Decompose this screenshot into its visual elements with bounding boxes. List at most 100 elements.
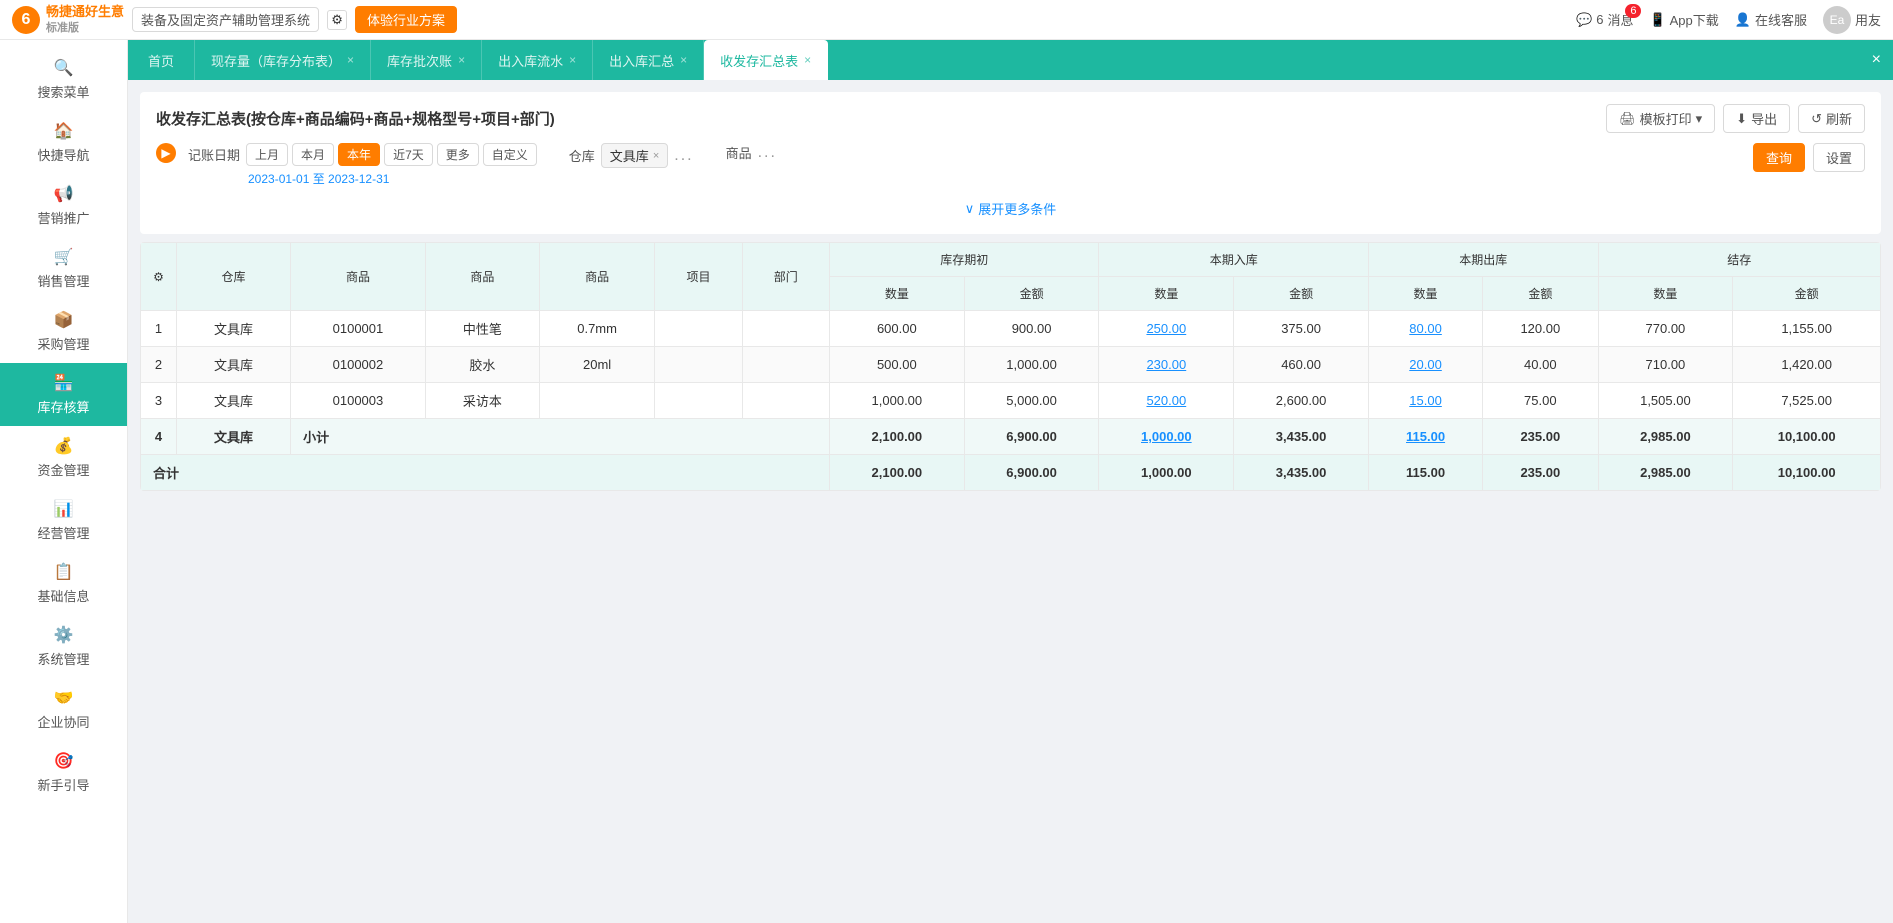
total-bal-qty: 2,985.00	[1598, 455, 1733, 491]
main-body: 🔍 搜索菜单 🏠 快捷导航 📢 营销推广 🛒 销售管理 📦 采购管理 🏪	[0, 40, 1893, 923]
total-row: 合计 2,100.00 6,900.00 1,000.00 3,435.00 1…	[141, 455, 1881, 491]
date-btns: 上月 本月 本年 近7天 更多 自定义	[246, 143, 537, 166]
notification-item[interactable]: 💬 6 6 消息	[1576, 10, 1633, 29]
date-btn-7days[interactable]: 近7天	[384, 143, 433, 166]
main-table: ⚙ 仓库 商品 商品 商品 项目 部门 库存期初 本期入库 本期出库	[140, 242, 1881, 491]
print-btn[interactable]: 🖨 模板打印 ▾	[1606, 104, 1715, 133]
refresh-btn[interactable]: ↺ 刷新	[1798, 104, 1865, 133]
date-range: 2023-01-01 至 2023-12-31	[188, 170, 537, 187]
date-btn-this-month[interactable]: 本月	[292, 143, 334, 166]
cell-name: 胶水	[425, 347, 539, 383]
cell-out-qty[interactable]: 20.00	[1368, 347, 1482, 383]
export-btn[interactable]: ⬇ 导出	[1723, 104, 1790, 133]
cell-no: 2	[141, 347, 177, 383]
tab-stock-dist[interactable]: 现存量（库存分布表） ×	[195, 40, 371, 80]
th-balance: 结存	[1598, 243, 1880, 277]
online-service-item[interactable]: 👤 在线客服	[1735, 10, 1807, 29]
warehouse-more-btn[interactable]: ...	[674, 147, 693, 165]
cell-in-amt: 460.00	[1234, 347, 1369, 383]
tab-inout-summary[interactable]: 出入库汇总 ×	[593, 40, 704, 80]
sidebar-label-quicknav: 快捷导航	[37, 145, 89, 164]
tab-stock-dist-close[interactable]: ×	[347, 53, 354, 67]
sidebar-item-inventory[interactable]: 🏪 库存核算	[0, 363, 127, 426]
sidebar-item-operations[interactable]: 📊 经营管理	[0, 489, 127, 552]
logo-text: 畅捷通好生意 标准版	[46, 4, 124, 35]
cell-no: 1	[141, 311, 177, 347]
app-download-item[interactable]: 📱 App下载	[1649, 10, 1718, 29]
page-content: 收发存汇总表(按仓库+商品编码+商品+规格型号+项目+部门) 🖨 模板打印 ▾ …	[128, 80, 1893, 923]
th-open-qty: 数量	[829, 277, 964, 311]
sidebar-item-marketing[interactable]: 📢 营销推广	[0, 174, 127, 237]
expand-more-btn[interactable]: ∨ 展开更多条件	[957, 195, 1065, 222]
tab-batch-close[interactable]: ×	[458, 53, 465, 67]
cell-code: 0100003	[291, 383, 426, 419]
th-out-qty: 数量	[1368, 277, 1482, 311]
tab-home[interactable]: 首页	[128, 40, 195, 80]
sidebar-item-finance[interactable]: 💰 资金管理	[0, 426, 127, 489]
sidebar-item-quicknav[interactable]: 🏠 快捷导航	[0, 111, 127, 174]
cell-out-qty[interactable]: 80.00	[1368, 311, 1482, 347]
notification-icon: 💬	[1576, 12, 1592, 28]
date-btn-prev-month[interactable]: 上月	[246, 143, 288, 166]
inventory-icon: 🏪	[54, 373, 74, 393]
goods-more-btn[interactable]: ...	[758, 144, 777, 162]
expand-down-icon: ∨	[965, 201, 975, 217]
filter-goods-section: 商品 ...	[726, 143, 777, 162]
cell-in-qty[interactable]: 520.00	[1099, 383, 1234, 419]
system-icon: ⚙️	[54, 625, 74, 645]
trial-btn[interactable]: 体验行业方案	[355, 6, 457, 33]
operations-icon: 📊	[54, 499, 74, 519]
tab-inout-summary-close[interactable]: ×	[680, 53, 687, 67]
chevron-down-icon: ▾	[1696, 111, 1703, 127]
system-settings-icon[interactable]: ⚙	[327, 10, 347, 30]
user-avatar: Ea	[1823, 6, 1851, 34]
sidebar-item-newbie[interactable]: 🎯 新手引导	[0, 741, 127, 804]
sidebar-label-marketing: 营销推广	[37, 208, 89, 227]
cell-name: 中性笔	[425, 311, 539, 347]
content-area: 首页 现存量（库存分布表） × 库存批次账 × 出入库流水 × 出入库汇总 ×	[128, 40, 1893, 923]
settings-table-btn[interactable]: 设置	[1813, 143, 1865, 172]
tab-batch[interactable]: 库存批次账 ×	[371, 40, 482, 80]
cell-out-qty[interactable]: 15.00	[1368, 383, 1482, 419]
th-bal-qty: 数量	[1598, 277, 1733, 311]
date-btn-custom[interactable]: 自定义	[483, 143, 537, 166]
date-btn-more[interactable]: 更多	[437, 143, 479, 166]
app-download-label: App下载	[1670, 10, 1719, 29]
tab-receive-summary[interactable]: 收发存汇总表 ×	[704, 40, 828, 80]
th-in-amt: 金额	[1234, 277, 1369, 311]
tab-receive-summary-close[interactable]: ×	[804, 53, 811, 67]
sidebar-label-search: 搜索菜单	[37, 82, 89, 101]
sidebar-item-collab[interactable]: 🤝 企业协同	[0, 678, 127, 741]
tab-bar-close[interactable]: ×	[1872, 51, 1893, 69]
expand-arrow[interactable]: ▶	[156, 143, 176, 163]
sidebar-item-sales[interactable]: 🛒 销售管理	[0, 237, 127, 300]
cell-in-qty[interactable]: 250.00	[1099, 311, 1234, 347]
th-in-period: 本期入库	[1099, 243, 1369, 277]
sub-in-amt: 3,435.00	[1234, 419, 1369, 455]
table-settings-icon[interactable]: ⚙	[153, 270, 164, 284]
total-open-qty: 2,100.00	[829, 455, 964, 491]
th-open-stock: 库存期初	[829, 243, 1099, 277]
print-btn-label: 模板打印	[1640, 109, 1692, 128]
th-goods-spec: 商品	[539, 243, 654, 311]
sidebar-item-search[interactable]: 🔍 搜索菜单	[0, 48, 127, 111]
tab-inout-flow-close[interactable]: ×	[569, 53, 576, 67]
sidebar-item-system[interactable]: ⚙️ 系统管理	[0, 615, 127, 678]
query-btn[interactable]: 查询	[1753, 143, 1805, 172]
sidebar-label-finance: 资金管理	[37, 460, 89, 479]
cell-bal-qty: 770.00	[1598, 311, 1733, 347]
cell-project	[655, 383, 742, 419]
sidebar-item-basic[interactable]: 📋 基础信息	[0, 552, 127, 615]
user-item[interactable]: Ea 用友	[1823, 6, 1881, 34]
search-icon: 🔍	[54, 58, 74, 78]
warehouse-tag-close[interactable]: ×	[653, 150, 659, 162]
cell-in-amt: 2,600.00	[1234, 383, 1369, 419]
sidebar-item-purchase[interactable]: 📦 采购管理	[0, 300, 127, 363]
table-wrapper: ⚙ 仓库 商品 商品 商品 项目 部门 库存期初 本期入库 本期出库	[140, 242, 1881, 491]
cell-in-qty[interactable]: 230.00	[1099, 347, 1234, 383]
tab-inout-flow[interactable]: 出入库流水 ×	[482, 40, 593, 80]
app-wrapper: 6 畅捷通好生意 标准版 装备及固定资产辅助管理系统 ⚙ 体验行业方案 💬 6 …	[0, 0, 1893, 923]
tab-home-label: 首页	[148, 51, 174, 70]
date-btn-this-year[interactable]: 本年	[338, 143, 380, 166]
export-btn-label: 导出	[1751, 109, 1777, 128]
